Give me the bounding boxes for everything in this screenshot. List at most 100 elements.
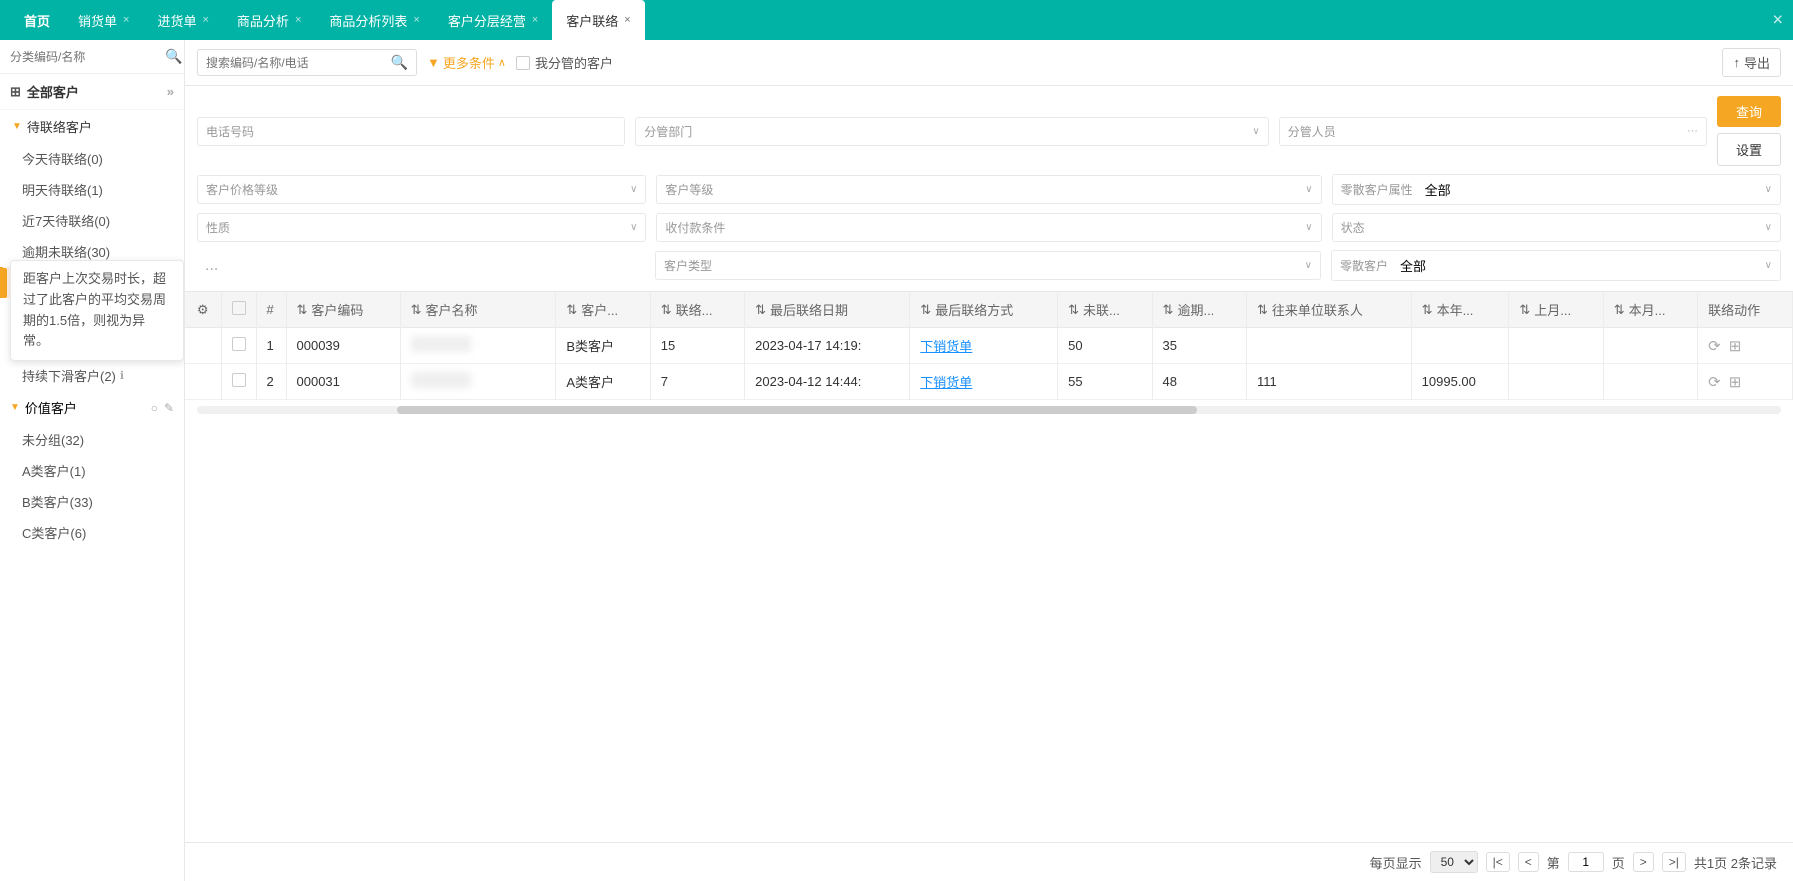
filter-gender[interactable]: 性质 ∨	[197, 213, 646, 242]
row2-last-contact-way[interactable]: 下销货单	[910, 364, 1058, 400]
horizontal-scrollbar-track[interactable]	[197, 406, 1781, 414]
sidebar-all-customers-header[interactable]: ⊞ 全部客户 »	[0, 74, 184, 110]
per-page-select[interactable]: 50	[1430, 851, 1478, 873]
more-conditions-btn[interactable]: ▼ 更多条件 ∧	[427, 53, 506, 72]
search-input[interactable]	[206, 56, 391, 70]
nav-customer-contact[interactable]: 客户联络 ×	[552, 0, 644, 40]
sidebar-item-ungroup[interactable]: 未分组(32)	[0, 424, 184, 455]
filter-gender-label: 性质	[206, 219, 230, 236]
filter-payment-arrow[interactable]: ∨	[1305, 222, 1312, 233]
nav-purchase-close[interactable]: ×	[202, 14, 208, 26]
next-page-btn[interactable]: >	[1633, 852, 1654, 872]
col-last-contact-way[interactable]: ⇅最后联络方式	[910, 292, 1058, 328]
sidebar-collapse-icon[interactable]: »	[167, 84, 174, 99]
page-input[interactable]	[1568, 852, 1604, 872]
value-group-edit-icon[interactable]: ✎	[164, 401, 174, 415]
search-icon[interactable]: 🔍	[391, 54, 408, 71]
my-customers-checkbox[interactable]: 我分管的客户	[516, 53, 613, 72]
declining-info-icon[interactable]: ℹ	[120, 369, 124, 382]
row2-name[interactable]	[400, 364, 556, 400]
sidebar-item-tomorrow[interactable]: 明天待联络(1)	[0, 174, 184, 205]
col-checkbox[interactable]	[221, 292, 256, 328]
col-not-contacted[interactable]: ⇅未联...	[1058, 292, 1152, 328]
nav-sales-close[interactable]: ×	[123, 14, 129, 26]
sidebar-search-icon[interactable]: 🔍	[165, 48, 182, 65]
sidebar-search-input[interactable]	[10, 50, 165, 64]
row1-check[interactable]	[232, 337, 246, 351]
row1-name[interactable]	[400, 328, 556, 364]
sidebar-item-7days[interactable]: 近7天待联络(0)	[0, 205, 184, 236]
app-close-button[interactable]: ×	[1772, 10, 1783, 31]
nav-customer-tier[interactable]: 客户分层经营 ×	[434, 0, 552, 40]
row1-action-link-icon[interactable]: ⟳	[1708, 337, 1721, 355]
sidebar-item-c-class[interactable]: C类客户(6)	[0, 517, 184, 548]
nav-customer-contact-close[interactable]: ×	[624, 14, 630, 26]
sidebar-item-today[interactable]: 今天待联络(0)	[0, 143, 184, 174]
settings-button[interactable]: 设置	[1717, 133, 1781, 166]
sidebar-pending-group[interactable]: ▼ 待联络客户	[0, 110, 184, 143]
filter-customer-type-arrow[interactable]: ∨	[1305, 260, 1312, 271]
nav-customer-contact-label: 客户联络	[566, 11, 618, 30]
col-last-month[interactable]: ⇅上月...	[1509, 292, 1603, 328]
col-contact[interactable]: ⇅联络...	[650, 292, 744, 328]
filter-payment[interactable]: 收付款条件 ∨	[656, 213, 1321, 242]
settings-icon[interactable]: ⚙	[197, 302, 209, 317]
sidebar-item-b-class[interactable]: B类客户(33)	[0, 486, 184, 517]
col-this-year[interactable]: ⇅本年...	[1411, 292, 1509, 328]
nav-goods-analysis-list[interactable]: 商品分析列表 ×	[315, 0, 433, 40]
nav-purchase[interactable]: 进货单 ×	[143, 0, 222, 40]
filter-retail-attr-arrow[interactable]: ∨	[1765, 184, 1772, 195]
row2-check[interactable]	[232, 373, 246, 387]
row1-code[interactable]: 000039	[286, 328, 400, 364]
row1-action-grid-icon[interactable]: ⊞	[1729, 337, 1742, 355]
filter-customer-level[interactable]: 客户等级 ∨	[656, 175, 1321, 204]
nav-sales[interactable]: 销货单 ×	[64, 0, 143, 40]
sidebar-item-declining[interactable]: 持续下滑客户(2) ℹ	[0, 360, 184, 391]
nav-goods-analysis-list-close[interactable]: ×	[413, 14, 419, 26]
nav-home[interactable]: 首页	[10, 0, 64, 40]
col-name[interactable]: ⇅客户名称	[400, 292, 556, 328]
filter-retail-customer-arrow[interactable]: ∨	[1765, 260, 1772, 271]
my-customers-check[interactable]	[516, 56, 530, 70]
prev-page-btn[interactable]: <	[1518, 852, 1539, 872]
value-group-circle-icon[interactable]: ○	[151, 401, 158, 415]
filter-dept-arrow[interactable]: ∨	[1252, 126, 1259, 137]
col-code[interactable]: ⇅客户编码	[286, 292, 400, 328]
filter-status[interactable]: 状态 ∨	[1332, 213, 1781, 242]
filter-ellipsis[interactable]: ...	[205, 257, 218, 275]
filter-manager-more[interactable]: ···	[1687, 125, 1698, 137]
horizontal-scrollbar-thumb[interactable]	[397, 406, 1197, 414]
col-unit-contact[interactable]: ⇅往来单位联系人	[1246, 292, 1411, 328]
sidebar-value-customer-group[interactable]: ▼ 价值客户 ○ ✎	[0, 391, 184, 424]
header-checkbox[interactable]	[232, 301, 246, 315]
col-this-month[interactable]: ⇅本月...	[1603, 292, 1697, 328]
col-last-contact-date[interactable]: ⇅最后联络日期	[745, 292, 910, 328]
filter-customer-type[interactable]: 客户类型 ∨	[655, 251, 1321, 280]
row2-action-link-icon[interactable]: ⟳	[1708, 373, 1721, 391]
nav-customer-tier-close[interactable]: ×	[532, 14, 538, 26]
filter-price-level[interactable]: 客户价格等级 ∨	[197, 175, 646, 204]
row2-lcw-link[interactable]: 下销货单	[920, 375, 972, 390]
export-button[interactable]: ↑ 导出	[1722, 48, 1781, 77]
filter-customer-level-arrow[interactable]: ∨	[1305, 184, 1312, 195]
row2-action-grid-icon[interactable]: ⊞	[1729, 373, 1742, 391]
filter-status-arrow[interactable]: ∨	[1765, 222, 1772, 233]
filter-phone: 电话号码	[197, 117, 625, 146]
first-page-btn[interactable]: |<	[1486, 852, 1510, 872]
row1-last-contact-way[interactable]: 下销货单	[910, 328, 1058, 364]
col-overdue[interactable]: ⇅逾期...	[1152, 292, 1246, 328]
filter-gender-arrow[interactable]: ∨	[630, 222, 637, 233]
row2-code[interactable]: 000031	[286, 364, 400, 400]
last-page-btn[interactable]: >|	[1662, 852, 1686, 872]
filter-price-level-arrow[interactable]: ∨	[630, 184, 637, 195]
col-settings[interactable]: ⚙	[185, 292, 221, 328]
nav-goods-analysis-close[interactable]: ×	[295, 14, 301, 26]
query-button[interactable]: 查询	[1717, 96, 1781, 127]
row1-checkbox[interactable]	[221, 328, 256, 364]
sidebar-item-a-class[interactable]: A类客户(1)	[0, 455, 184, 486]
col-customer-type[interactable]: ⇅客户...	[556, 292, 650, 328]
nav-goods-analysis[interactable]: 商品分析 ×	[223, 0, 315, 40]
row2-checkbox[interactable]	[221, 364, 256, 400]
col-od-sort: ⇅	[1163, 302, 1174, 318]
row1-lcw-link[interactable]: 下销货单	[920, 339, 972, 354]
